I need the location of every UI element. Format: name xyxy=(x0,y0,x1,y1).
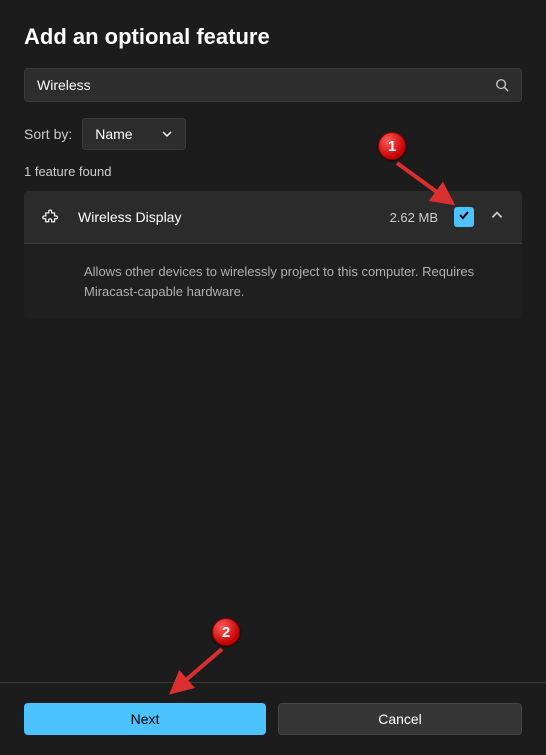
result-count: 1 feature found xyxy=(24,164,522,179)
sort-row: Sort by: Name xyxy=(24,118,522,150)
collapse-button[interactable] xyxy=(490,208,504,227)
dialog-title: Add an optional feature xyxy=(24,24,522,50)
optional-feature-dialog: Add an optional feature Sort by: Name xyxy=(0,0,546,755)
feature-item[interactable]: Wireless Display 2.62 MB xyxy=(24,191,522,243)
feature-name: Wireless Display xyxy=(78,209,374,225)
cancel-button[interactable]: Cancel xyxy=(278,703,522,735)
sort-select[interactable]: Name xyxy=(82,118,185,150)
next-button[interactable]: Next xyxy=(24,703,266,735)
dialog-footer: Next Cancel xyxy=(0,682,546,755)
puzzle-icon xyxy=(42,207,62,227)
search-box[interactable] xyxy=(24,68,522,102)
check-icon xyxy=(458,208,470,226)
search-input[interactable] xyxy=(37,77,495,93)
dialog-content: Add an optional feature Sort by: Name xyxy=(0,0,546,682)
sort-label: Sort by: xyxy=(24,126,72,142)
feature-description: Allows other devices to wirelessly proje… xyxy=(24,243,522,319)
sort-selected: Name xyxy=(95,126,132,142)
search-icon xyxy=(495,78,509,92)
feature-size: 2.62 MB xyxy=(390,210,438,225)
feature-checkbox[interactable] xyxy=(454,207,474,227)
chevron-up-icon xyxy=(490,208,504,227)
chevron-down-icon xyxy=(161,128,173,140)
feature-list: Wireless Display 2.62 MB xyxy=(24,191,522,319)
